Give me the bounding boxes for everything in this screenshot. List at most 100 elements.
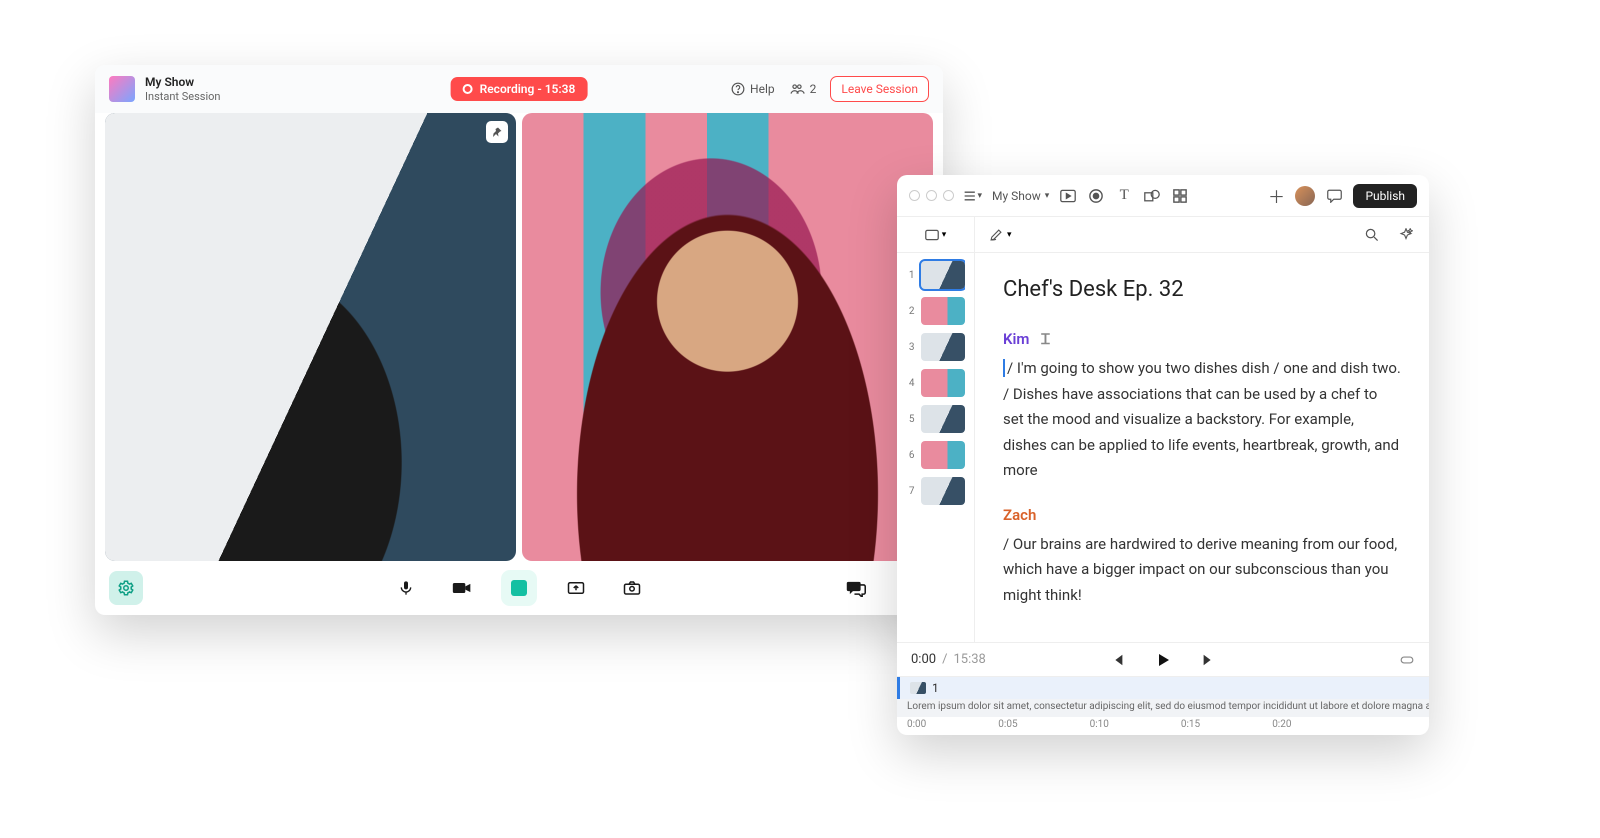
playback-current-time: 0:00 <box>911 652 936 667</box>
session-subtitle: Instant Session <box>145 90 220 103</box>
media-button[interactable] <box>1059 187 1077 205</box>
help-button[interactable]: Help <box>731 82 775 96</box>
camera-button[interactable] <box>445 571 479 605</box>
transcript-document[interactable]: Chef's Desk Ep. 32 Kim Ꮖ / I'm going to … <box>975 253 1429 642</box>
record-button[interactable] <box>1087 187 1105 205</box>
user-avatar[interactable] <box>1295 186 1315 206</box>
comment-button[interactable] <box>1325 187 1343 205</box>
scene-item[interactable]: 2 <box>907 297 965 325</box>
scene-thumbnail <box>921 369 965 397</box>
timeline-caption: Lorem ipsum dolor sit amet, consectetur … <box>897 699 1429 717</box>
record-icon <box>463 84 473 94</box>
leave-session-button[interactable]: Leave Session <box>830 76 929 102</box>
project-name: My Show <box>992 189 1041 203</box>
scene-item[interactable]: 7 <box>907 477 965 505</box>
search-button[interactable] <box>1363 226 1381 244</box>
help-icon <box>731 82 745 96</box>
transcript-paragraph[interactable]: / I'm going to show you two dishes dish … <box>1003 356 1401 484</box>
timeline-clip[interactable]: 1 <box>897 677 1429 699</box>
editor-window: ▾ My Show ▾ T ＋ Publish <box>897 175 1429 735</box>
loop-button[interactable] <box>1399 654 1415 666</box>
participant-tile-2[interactable] <box>522 113 933 561</box>
publish-button[interactable]: Publish <box>1353 184 1417 208</box>
chat-button[interactable] <box>839 571 873 605</box>
speaker-label-kim[interactable]: Kim Ꮖ <box>1003 330 1401 348</box>
timeline[interactable]: 1 Lorem ipsum dolor sit amet, consectetu… <box>897 676 1429 735</box>
scene-thumbnail <box>921 261 965 289</box>
editor-body: ▾ 1 2 3 4 5 6 7 ▾ <box>897 217 1429 642</box>
scene-item[interactable]: 1 <box>907 261 965 289</box>
edit-mode-dropdown[interactable]: ▾ <box>989 228 1012 242</box>
recording-pill[interactable]: Recording - 15:38 <box>451 77 588 101</box>
editor-toolbar: ▾ My Show ▾ T ＋ Publish <box>897 175 1429 217</box>
snapshot-button[interactable] <box>615 571 649 605</box>
prev-button[interactable] <box>1111 653 1125 667</box>
header-right: Help 2 Leave Session <box>731 76 929 102</box>
pin-button[interactable] <box>486 121 508 143</box>
help-label: Help <box>750 82 775 96</box>
video-grid <box>95 113 943 561</box>
ruler-tick: 0:10 <box>1090 719 1109 733</box>
mic-button[interactable] <box>389 571 423 605</box>
settings-button[interactable] <box>109 571 143 605</box>
clip-index: 1 <box>932 681 939 695</box>
scene-thumbnail <box>921 297 965 325</box>
scene-item[interactable]: 5 <box>907 405 965 433</box>
window-traffic-lights[interactable] <box>909 190 954 201</box>
scene-item[interactable]: 6 <box>907 441 965 469</box>
play-button[interactable] <box>1155 652 1171 668</box>
menu-button[interactable]: ▾ <box>964 187 982 205</box>
scene-thumbnail <box>921 477 965 505</box>
text-cursor-icon: Ꮖ <box>1041 332 1050 348</box>
timeline-ruler: 0:00 0:05 0:10 0:15 0:20 <box>897 717 1429 735</box>
ruler-tick: 0:20 <box>1272 719 1291 733</box>
document-title[interactable]: Chef's Desk Ep. 32 <box>1003 277 1401 302</box>
recording-footer <box>95 561 943 615</box>
people-icon <box>789 82 805 96</box>
recording-window: My Show Instant Session Recording - 15:3… <box>95 65 943 615</box>
stop-icon <box>511 580 527 596</box>
recording-label: Recording - 15:38 <box>480 82 576 96</box>
show-logo <box>109 76 135 102</box>
playback-controls: 0:00 / 15:38 <box>897 642 1429 676</box>
scene-item[interactable]: 3 <box>907 333 965 361</box>
shapes-button[interactable] <box>1143 187 1161 205</box>
speaker-label-zach[interactable]: Zach <box>1003 506 1401 524</box>
recording-header: My Show Instant Session Recording - 15:3… <box>95 65 943 113</box>
show-titles: My Show Instant Session <box>145 75 220 103</box>
clip-thumbnail <box>910 682 926 694</box>
stop-record-button[interactable] <box>501 570 537 606</box>
scene-thumbnail <box>921 405 965 433</box>
scene-rail-header[interactable]: ▾ <box>897 217 974 253</box>
chevron-down-icon: ▾ <box>977 191 982 201</box>
scene-thumbnail <box>921 441 965 469</box>
scene-rail: ▾ 1 2 3 4 5 6 7 <box>897 217 975 642</box>
participant-count: 2 <box>810 82 817 96</box>
project-dropdown[interactable]: My Show ▾ <box>992 189 1049 203</box>
sparkle-button[interactable] <box>1397 226 1415 244</box>
show-title: My Show <box>145 75 220 89</box>
document-tools: ▾ <box>975 217 1429 253</box>
layout-button[interactable] <box>1171 187 1189 205</box>
text-button[interactable]: T <box>1115 187 1133 205</box>
chevron-down-icon: ▾ <box>1007 230 1012 240</box>
participants[interactable]: 2 <box>789 82 817 96</box>
screenshare-button[interactable] <box>559 571 593 605</box>
playback-total-time: 15:38 <box>953 652 985 667</box>
ruler-tick: 0:00 <box>907 719 926 733</box>
chevron-down-icon: ▾ <box>942 230 947 240</box>
participant-tile-1[interactable] <box>105 113 516 561</box>
add-button[interactable]: ＋ <box>1267 187 1285 205</box>
scene-list: 1 2 3 4 5 6 7 <box>907 253 965 513</box>
ruler-tick: 0:05 <box>998 719 1017 733</box>
scene-thumbnail <box>921 333 965 361</box>
scene-item[interactable]: 4 <box>907 369 965 397</box>
document-column: ▾ Chef's Desk Ep. 32 Kim Ꮖ <box>975 217 1429 642</box>
ruler-tick: 0:15 <box>1181 719 1200 733</box>
layers-icon <box>925 229 939 241</box>
pen-icon <box>989 228 1003 242</box>
center-controls <box>389 570 649 606</box>
chevron-down-icon: ▾ <box>1045 191 1050 201</box>
transcript-paragraph[interactable]: / Our brains are hardwired to derive mea… <box>1003 532 1401 609</box>
next-button[interactable] <box>1201 653 1215 667</box>
